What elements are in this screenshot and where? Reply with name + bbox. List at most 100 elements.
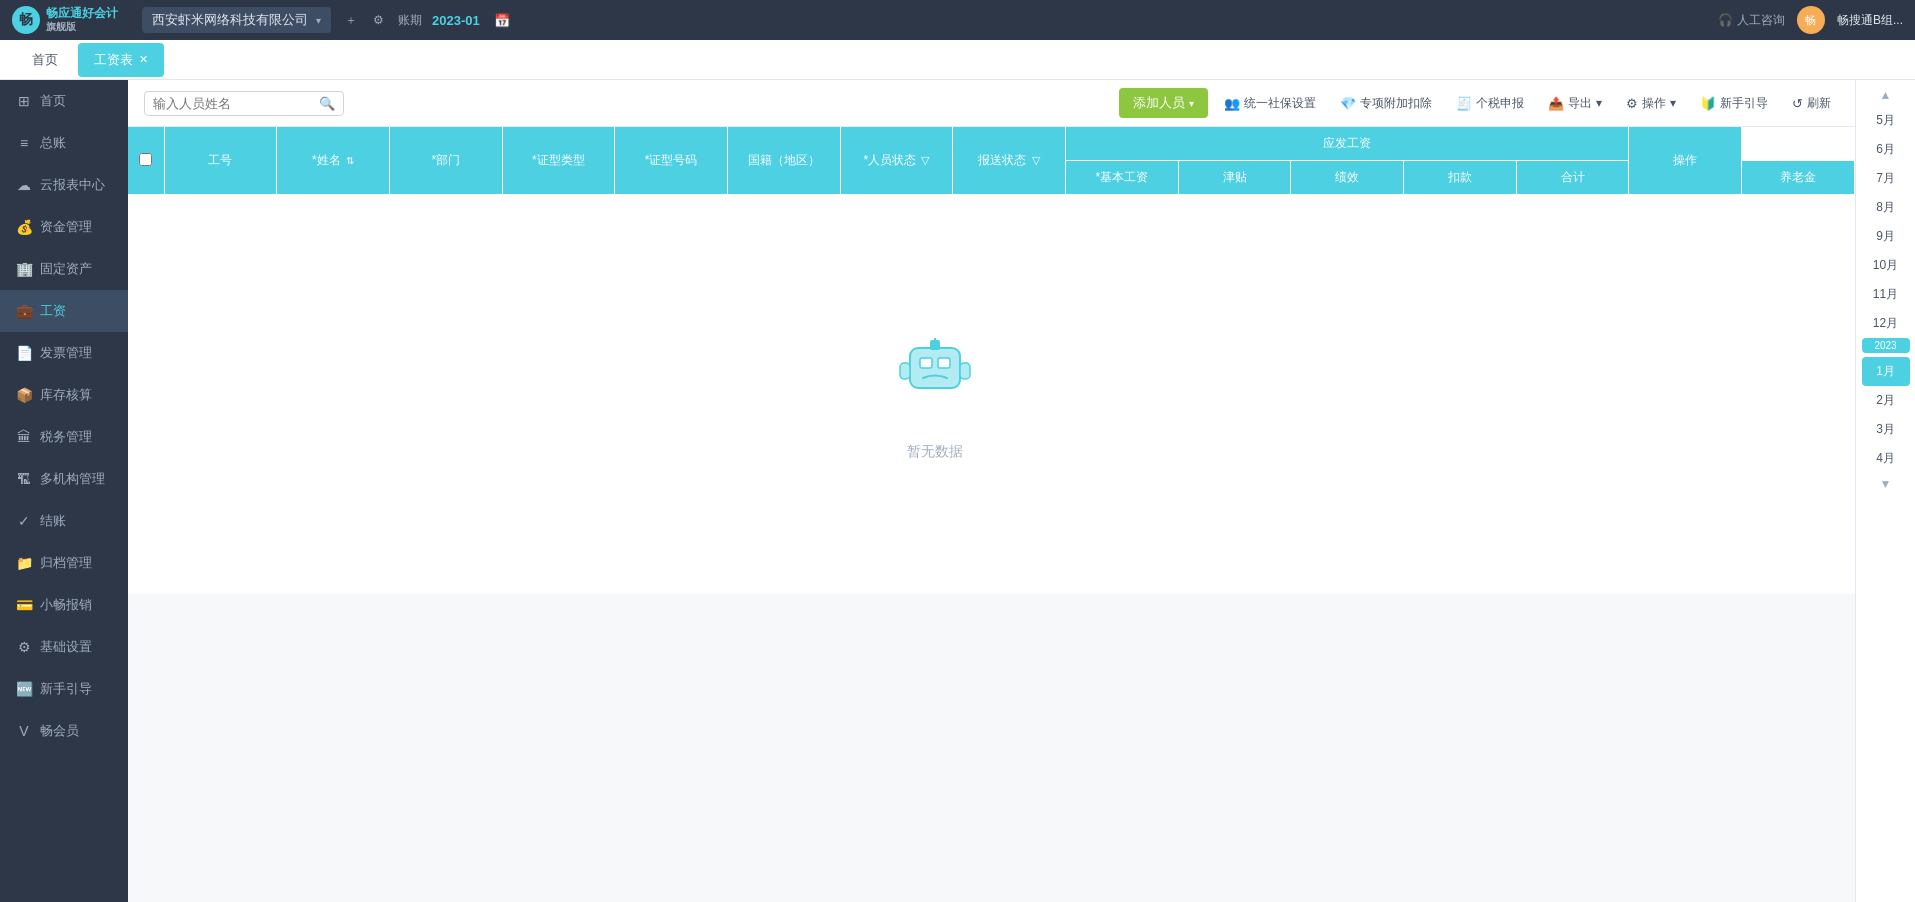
logo-text-block: 畅应通好会计 旗舰版 [46,6,118,34]
th-salary-group: 应发工资 [1066,127,1629,161]
sidebar-item-funds[interactable]: 💰 资金管理 [0,206,128,248]
th-nationality: 国籍（地区） [727,127,840,194]
payroll-table: 工号 *姓名 ⇅ *部门 *证型类型 *证型号码 国籍（地区） *人员状态 ▽ … [128,127,1855,594]
current-year-badge: 2023 [1862,338,1910,353]
user-avatar: 畅 [1797,6,1825,34]
sidebar-item-settings[interactable]: ⚙ 基础设置 [0,626,128,668]
sidebar-label-guide: 新手引导 [40,680,92,698]
special-deduction-btn[interactable]: 💎 专项附加扣除 [1332,91,1440,116]
report-icon: ☁ [16,177,32,193]
sidebar-item-report[interactable]: ☁ 云报表中心 [0,164,128,206]
search-box: 🔍 [144,91,344,116]
user-service-btn[interactable]: 🎧 人工咨询 [1718,12,1785,29]
operations-btn[interactable]: ⚙ 操作 ▾ [1618,91,1684,116]
sidebar-item-invoice[interactable]: 📄 发票管理 [0,332,128,374]
th-cert-type: *证型类型 [502,127,615,194]
sidebar-label-expense: 小畅报销 [40,596,92,614]
sidebar-item-guide[interactable]: 🆕 新手引导 [0,668,128,710]
export-icon: 📤 [1548,96,1564,111]
month-8[interactable]: 8月 [1862,193,1910,222]
month-4[interactable]: 4月 [1862,444,1910,473]
refresh-label: 刷新 [1807,95,1831,112]
month-5[interactable]: 5月 [1862,106,1910,135]
newguide-icon: 🔰 [1700,96,1716,111]
svg-rect-0 [910,348,960,388]
settle-icon: ✓ [16,513,32,529]
sidebar-item-ledger[interactable]: ≡ 总账 [0,122,128,164]
sidebar-label-ledger: 总账 [40,134,66,152]
month-up-arrow[interactable]: ▲ [1876,84,1896,106]
month-2[interactable]: 2月 [1862,386,1910,415]
month-3[interactable]: 3月 [1862,415,1910,444]
add-company-btn[interactable]: ＋ [341,10,361,31]
newguide-btn[interactable]: 🔰 新手引导 [1692,91,1776,116]
invoice-icon: 📄 [16,345,32,361]
tab-home[interactable]: 首页 [16,43,74,77]
sidebar-item-archive[interactable]: 📁 归档管理 [0,542,128,584]
sidebar-item-multi[interactable]: 🏗 多机构管理 [0,458,128,500]
search-input[interactable] [153,96,313,111]
sidebar-item-expense[interactable]: 💳 小畅报销 [0,584,128,626]
operations-label: 操作 [1642,95,1666,112]
logo-area: 畅 畅应通好会计 旗舰版 [12,6,132,34]
svg-rect-1 [920,358,932,368]
user-service-label: 人工咨询 [1737,12,1785,29]
settings-btn[interactable]: ⚙ [369,11,388,29]
ledger-icon: ≡ [16,135,32,151]
month-1[interactable]: 1月 [1862,357,1910,386]
search-icon: 🔍 [319,96,335,111]
sidebar-item-assets[interactable]: 🏢 固定资产 [0,248,128,290]
period-value: 2023-01 [432,13,480,28]
tab-close-btn[interactable]: ✕ [139,53,148,66]
month-down-arrow[interactable]: ▼ [1876,473,1896,495]
month-7[interactable]: 7月 [1862,164,1910,193]
table-header-row1: 工号 *姓名 ⇅ *部门 *证型类型 *证型号码 国籍（地区） *人员状态 ▽ … [128,127,1855,161]
sidebar-label-report: 云报表中心 [40,176,105,194]
sidebar-item-settle[interactable]: ✓ 结账 [0,500,128,542]
refresh-btn[interactable]: ↺ 刷新 [1784,91,1839,116]
sidebar-item-home[interactable]: ⊞ 首页 [0,80,128,122]
member-icon: V [16,723,32,739]
svg-rect-5 [900,363,910,379]
company-name: 西安虾米网络科技有限公司 [152,11,308,29]
month-panel: ▲ 5月 6月 7月 8月 9月 10月 11月 12月 2023 1月 2月 … [1855,80,1915,902]
select-all-checkbox[interactable] [139,153,152,166]
sidebar-item-member[interactable]: V 畅会员 [0,710,128,752]
sidebar-label-payroll: 工资 [40,302,66,320]
special-icon: 💎 [1340,96,1356,111]
sidebar-label-tax: 税务管理 [40,428,92,446]
top-header: 畅 畅应通好会计 旗舰版 西安虾米网络科技有限公司 ▾ ＋ ⚙ 账期 2023-… [0,0,1915,40]
add-person-dropdown-arrow: ▾ [1189,98,1194,109]
sidebar-label-member: 畅会员 [40,722,79,740]
tax-icon: 🏛 [16,429,32,445]
tab-payroll[interactable]: 工资表 ✕ [78,43,164,77]
th-cert-no: *证型号码 [615,127,728,194]
header-actions: ＋ ⚙ [341,10,388,31]
month-11[interactable]: 11月 [1862,280,1910,309]
sidebar-label-multi: 多机构管理 [40,470,105,488]
calendar-icon[interactable]: 📅 [494,13,510,28]
home-icon: ⊞ [16,93,32,109]
sidebar-item-inventory[interactable]: 📦 库存核算 [0,374,128,416]
month-12[interactable]: 12月 [1862,309,1910,338]
month-10[interactable]: 10月 [1862,251,1910,280]
expense-icon: 💳 [16,597,32,613]
th-person-status: *人员状态 ▽ [840,127,953,194]
company-selector[interactable]: 西安虾米网络科技有限公司 ▾ [142,7,331,33]
month-9[interactable]: 9月 [1862,222,1910,251]
sidebar-label-invoice: 发票管理 [40,344,92,362]
social-insurance-btn[interactable]: 👥 统一社保设置 [1216,91,1324,116]
sidebar-item-payroll[interactable]: 💼 工资 [0,290,128,332]
payroll-icon: 💼 [16,303,32,319]
th-checkbox [128,127,164,194]
user-area: 🎧 人工咨询 畅 畅搜通B组... [1718,6,1903,34]
month-6[interactable]: 6月 [1862,135,1910,164]
sidebar-label-assets: 固定资产 [40,260,92,278]
add-person-btn[interactable]: 添加人员 ▾ [1119,88,1208,118]
empty-row: 暂无数据 [128,194,1855,594]
sidebar-item-tax[interactable]: 🏛 税务管理 [0,416,128,458]
tax-report-btn[interactable]: 🧾 个税申报 [1448,91,1532,116]
empty-robot-icon [895,328,975,427]
app-title: 畅应通好会计 [46,6,118,20]
export-btn[interactable]: 📤 导出 ▾ [1540,91,1610,116]
